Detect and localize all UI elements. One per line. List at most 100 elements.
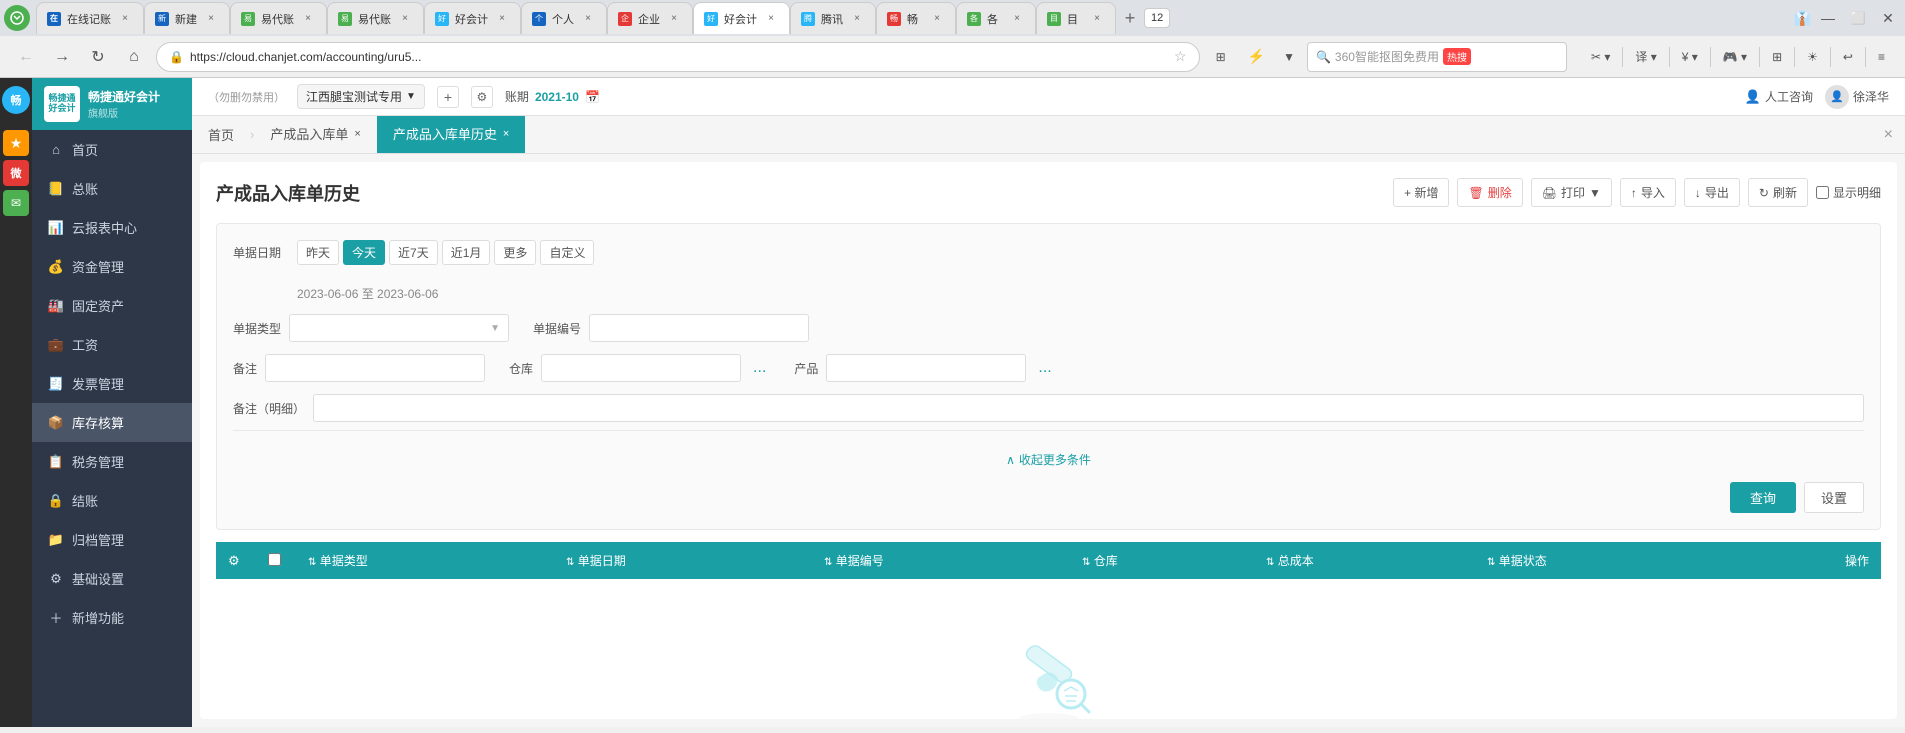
home-button[interactable]: ⌂ xyxy=(120,43,148,71)
browser-tab-3[interactable]: 易 易代账 × xyxy=(230,2,327,34)
print-button[interactable]: 🖨 打印 ▼ xyxy=(1531,178,1612,207)
tab-7-close[interactable]: × xyxy=(666,11,682,27)
tab-history-close[interactable]: × xyxy=(503,128,509,140)
tab-6-close[interactable]: × xyxy=(580,11,596,27)
window-minimize-button[interactable]: — xyxy=(1815,5,1841,31)
sidebar-item-inventory[interactable]: 📦 库存核算 xyxy=(32,403,192,442)
browser-tab-9[interactable]: 腾 腾讯 × xyxy=(790,2,876,34)
select-all-checkbox[interactable] xyxy=(268,553,281,566)
product-more-button[interactable]: ... xyxy=(1034,359,1055,377)
yuan-tool[interactable]: ¥ ▾ xyxy=(1674,46,1706,68)
table-col-cost[interactable]: ⇅ 总成本 xyxy=(1254,542,1475,579)
back-button[interactable]: ← xyxy=(12,43,40,71)
number-filter-input[interactable] xyxy=(589,314,809,342)
tab-1-close[interactable]: × xyxy=(117,11,133,27)
product-filter-input[interactable] xyxy=(826,354,1026,382)
export-button[interactable]: ↓ 导出 xyxy=(1684,178,1740,207)
note-detail-filter-input[interactable] xyxy=(313,394,1864,422)
tab-5-close[interactable]: × xyxy=(494,11,510,27)
browser-tab-1[interactable]: 在 在线记账 × xyxy=(36,2,144,34)
close-panel-button[interactable]: × xyxy=(1872,122,1905,148)
quick-star-icon[interactable]: ★ xyxy=(3,130,29,156)
warehouse-more-button[interactable]: ... xyxy=(749,359,770,377)
tab-8-close[interactable]: × xyxy=(763,11,779,27)
search-bar[interactable]: 🔍 360智能抠图免费用 热搜 xyxy=(1307,42,1567,72)
page-tab-history[interactable]: 产成品入库单历史 × xyxy=(377,116,525,153)
browser-tab-11[interactable]: 各 各 × xyxy=(956,2,1036,34)
browser-tab-5[interactable]: 好 好会计 × xyxy=(424,2,521,34)
type-select[interactable]: ▼ xyxy=(289,314,509,342)
date-more-button[interactable]: 更多 xyxy=(494,240,536,265)
sidebar-item-tax[interactable]: 📋 税务管理 xyxy=(32,442,192,481)
sidebar-item-cloud-report[interactable]: 📊 云报表中心 xyxy=(32,208,192,247)
window-close-button[interactable]: ✕ xyxy=(1875,5,1901,31)
sidebar-item-settings[interactable]: ⚙ 基础设置 xyxy=(32,559,192,598)
date-custom-button[interactable]: 自定义 xyxy=(540,240,594,265)
tab-2-close[interactable]: × xyxy=(203,11,219,27)
refresh-page-button[interactable]: ↻ 刷新 xyxy=(1748,178,1808,207)
table-col-type[interactable]: ⇅ 单据类型 xyxy=(296,542,554,579)
browser-tab-12[interactable]: 目 目 × xyxy=(1036,2,1116,34)
browser-tab-6[interactable]: 个 个人 × xyxy=(521,2,607,34)
grid-tool[interactable]: ⊞ xyxy=(1764,46,1790,68)
company-select[interactable]: 江西腿宝测试专用 ▼ xyxy=(297,84,425,109)
brightness-tool[interactable]: ☀ xyxy=(1799,46,1826,68)
calendar-icon[interactable]: 📅 xyxy=(585,90,600,104)
sidebar-item-ledger[interactable]: 📒 总账 xyxy=(32,169,192,208)
tab-10-close[interactable]: × xyxy=(929,11,945,27)
game-tool[interactable]: 🎮 ▾ xyxy=(1715,46,1755,68)
tab-12-close[interactable]: × xyxy=(1089,11,1105,27)
forward-button[interactable]: → xyxy=(48,43,76,71)
table-col-status[interactable]: ⇅ 单据状态 xyxy=(1475,542,1733,579)
tab-4-close[interactable]: × xyxy=(397,11,413,27)
window-restore-button[interactable]: ⬜ xyxy=(1845,5,1871,31)
translate-tool[interactable]: 译 ▾ xyxy=(1627,44,1664,69)
new-tab-button[interactable]: + xyxy=(1116,4,1144,32)
page-tab-list[interactable]: 产成品入库单 × xyxy=(254,116,376,153)
table-col-warehouse[interactable]: ⇅ 仓库 xyxy=(1070,542,1254,579)
browser-menu-icon[interactable] xyxy=(4,5,30,31)
service-button[interactable]: 👤 人工咨询 xyxy=(1745,88,1813,105)
quick-weibo-icon[interactable]: 微 xyxy=(3,160,29,186)
sidebar-item-archive[interactable]: 📁 归档管理 xyxy=(32,520,192,559)
set-button[interactable]: 设置 xyxy=(1804,482,1864,513)
browser-tab-4[interactable]: 易 易代账 × xyxy=(327,2,424,34)
import-button[interactable]: ↑ 导入 xyxy=(1620,178,1676,207)
bookmark-icon[interactable]: ☆ xyxy=(1174,48,1187,65)
table-checkbox-header[interactable] xyxy=(256,542,296,579)
tab-counter[interactable]: 12 xyxy=(1144,8,1170,28)
address-input-bar[interactable]: 🔒 https://cloud.chanjet.com/accounting/u… xyxy=(156,42,1200,72)
collapse-button[interactable]: ∧ 收起更多条件 xyxy=(1006,445,1091,474)
browser-tab-10[interactable]: 畅 畅 × xyxy=(876,2,956,34)
table-col-number[interactable]: ⇅ 单据编号 xyxy=(812,542,1070,579)
sidebar-header[interactable]: 畅捷通好会计 畅捷通好会计 旗舰版 xyxy=(32,78,192,130)
browser-tab-7[interactable]: 企 企业 × xyxy=(607,2,693,34)
sidebar-item-fixed-assets[interactable]: 🏭 固定资产 xyxy=(32,286,192,325)
query-button[interactable]: 查询 xyxy=(1730,482,1796,513)
lightning-button[interactable]: ⚡ xyxy=(1242,44,1271,69)
table-gear-header[interactable]: ⚙ xyxy=(216,542,256,579)
tab-list-close[interactable]: × xyxy=(354,128,360,140)
new-button[interactable]: + 新增 xyxy=(1393,178,1449,207)
user-menu[interactable]: 👤 徐泽华 xyxy=(1825,85,1889,109)
tab-11-close[interactable]: × xyxy=(1009,11,1025,27)
warehouse-filter-input[interactable] xyxy=(541,354,741,382)
browser-tab-8[interactable]: 好 好会计 × xyxy=(693,2,790,34)
tab-9-close[interactable]: × xyxy=(849,11,865,27)
add-company-button[interactable]: + xyxy=(437,86,459,108)
gear-icon[interactable]: ⚙ xyxy=(228,553,240,568)
date-today-button[interactable]: 今天 xyxy=(343,240,385,265)
sidebar-item-fund[interactable]: 💰 资金管理 xyxy=(32,247,192,286)
note-filter-input[interactable] xyxy=(265,354,485,382)
sidebar-item-home[interactable]: ⌂ 首页 xyxy=(32,130,192,169)
undo-tool[interactable]: ↩ xyxy=(1835,46,1861,68)
table-col-date[interactable]: ⇅ 单据日期 xyxy=(554,542,812,579)
quick-chanjet-icon[interactable]: 畅 xyxy=(2,86,30,114)
sidebar-item-closing[interactable]: 🔒 结账 xyxy=(32,481,192,520)
extensions-button[interactable]: ⊞ xyxy=(1208,46,1234,68)
date-yesterday-button[interactable]: 昨天 xyxy=(297,240,339,265)
display-detail-checkbox[interactable]: 显示明细 xyxy=(1816,184,1881,201)
sidebar-item-invoice[interactable]: 🧾 发票管理 xyxy=(32,364,192,403)
tab-3-close[interactable]: × xyxy=(300,11,316,27)
more-tool[interactable]: ≡ xyxy=(1870,46,1893,68)
